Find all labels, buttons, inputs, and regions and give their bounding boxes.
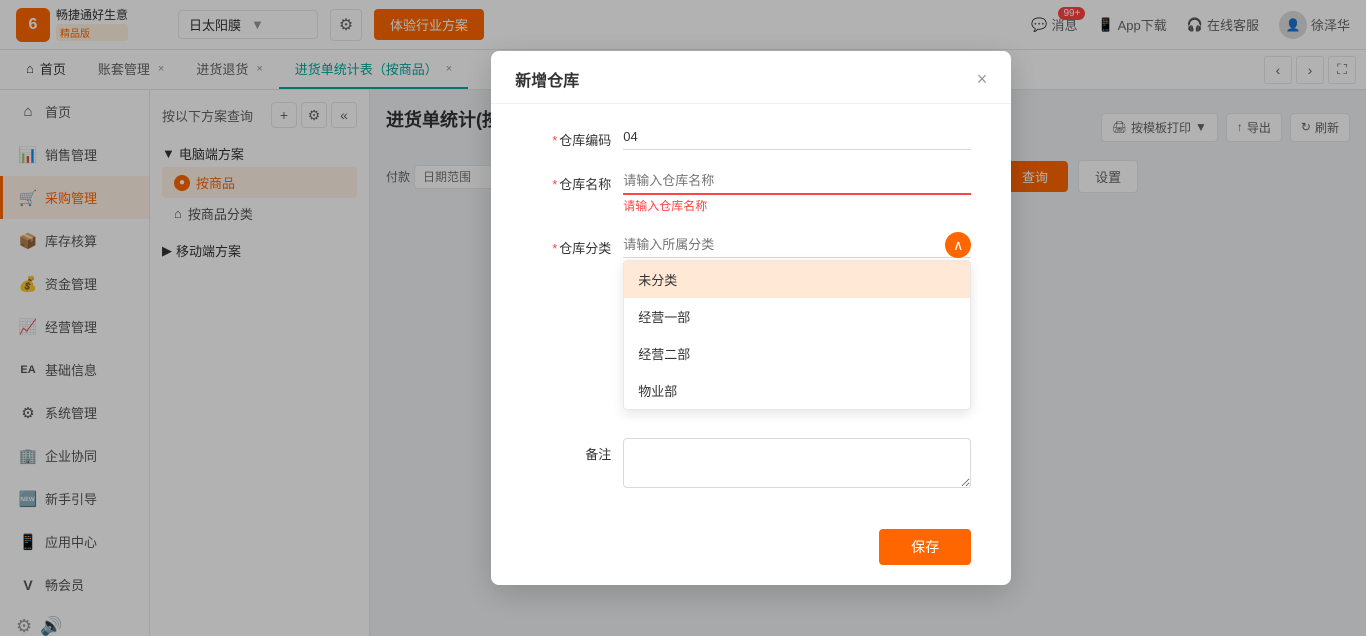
modal-title: 新增仓库	[515, 67, 579, 91]
dropdown-item-0[interactable]: 未分类	[624, 261, 970, 298]
note-control	[623, 438, 971, 491]
modal-header: 新增仓库 ×	[491, 51, 1011, 104]
category-arrow-icon[interactable]: ∧	[945, 232, 971, 258]
modal-body: *仓库编码 *仓库名称 请输入仓库名称 *仓库分类 ∧	[491, 104, 1011, 529]
name-label: *仓库名称	[531, 168, 611, 193]
form-row-code: *仓库编码	[531, 124, 971, 150]
name-input[interactable]	[623, 168, 971, 195]
save-button[interactable]: 保存	[879, 529, 971, 565]
code-input[interactable]	[623, 124, 971, 150]
dropdown-item-2[interactable]: 经营二部	[624, 335, 970, 372]
category-control: ∧ 未分类 经营一部 经营二部 物业部	[623, 232, 971, 258]
add-warehouse-modal: 新增仓库 × *仓库编码 *仓库名称 请输入仓库名称 *仓库分类	[491, 51, 1011, 585]
form-row-category: *仓库分类 ∧ 未分类 经营一部 经营二部 物业部	[531, 232, 971, 258]
dropdown-item-3[interactable]: 物业部	[624, 372, 970, 409]
modal-footer: 保存	[491, 529, 1011, 565]
code-label: *仓库编码	[531, 124, 611, 149]
category-dropdown: 未分类 经营一部 经营二部 物业部	[623, 260, 971, 410]
modal-close-button[interactable]: ×	[977, 70, 988, 88]
form-row-note: 备注	[531, 438, 971, 491]
form-row-name: *仓库名称 请输入仓库名称	[531, 168, 971, 214]
note-label: 备注	[531, 438, 611, 463]
dropdown-item-1[interactable]: 经营一部	[624, 298, 970, 335]
note-input[interactable]	[623, 438, 971, 488]
code-control	[623, 124, 971, 150]
name-control: 请输入仓库名称	[623, 168, 971, 214]
category-input[interactable]	[623, 232, 971, 258]
name-error-text: 请输入仓库名称	[623, 197, 971, 214]
category-label: *仓库分类	[531, 232, 611, 257]
